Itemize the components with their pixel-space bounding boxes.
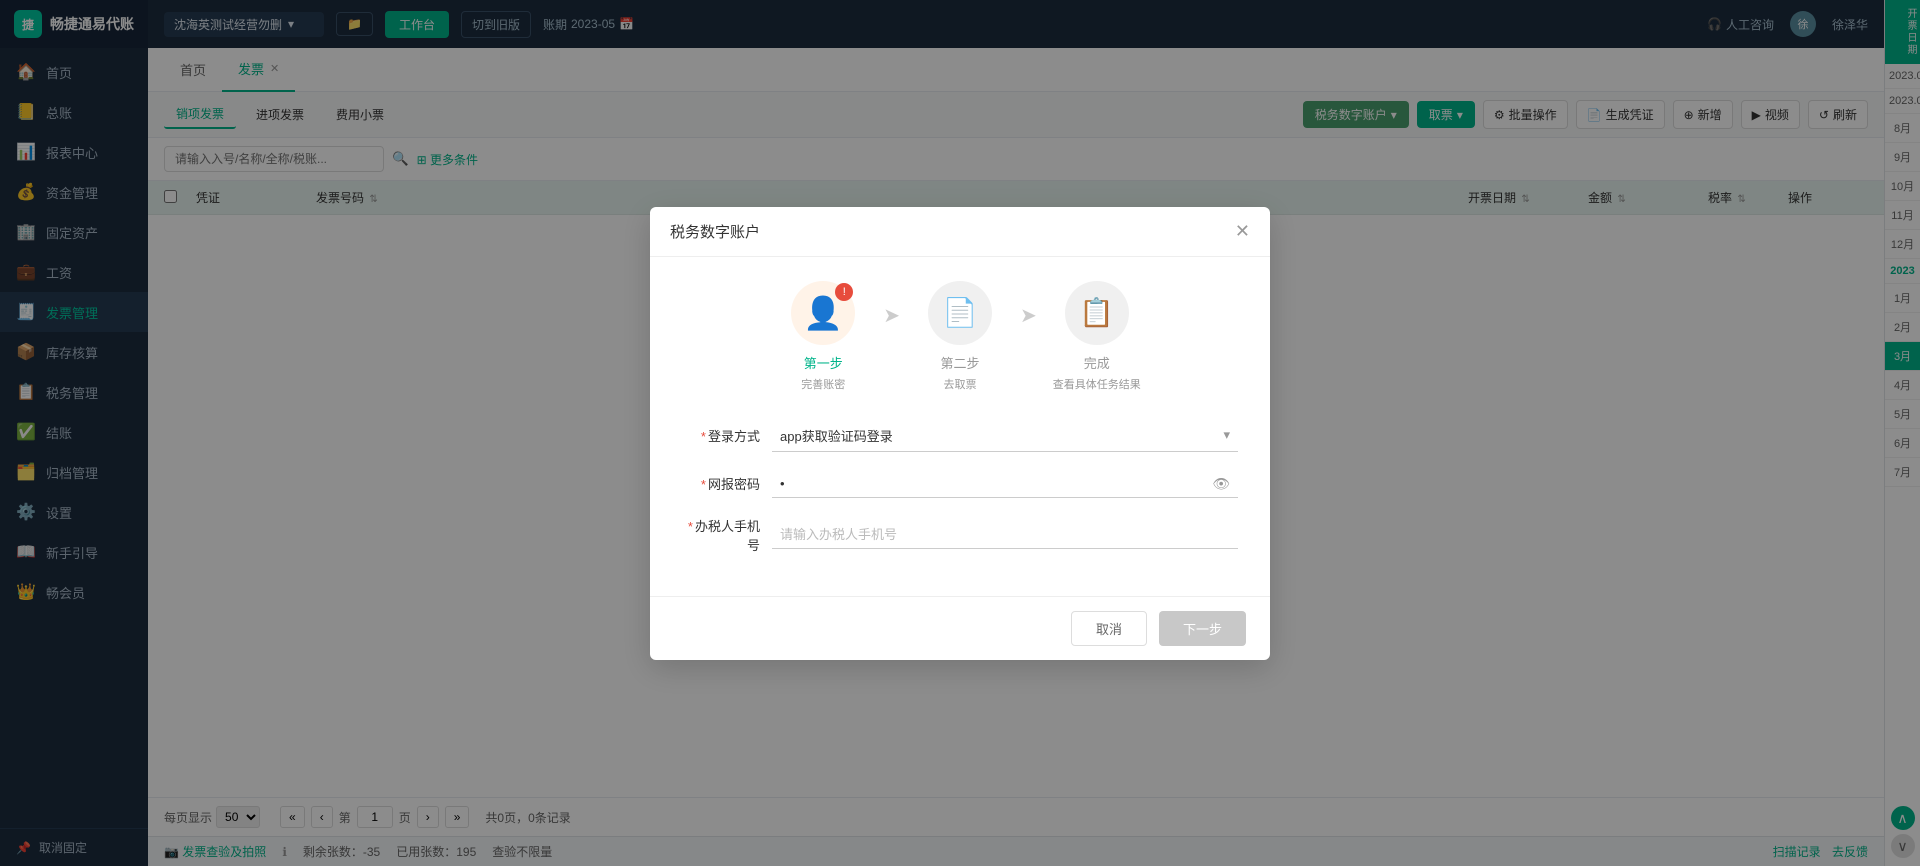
step-2: 📄 第二步 去取票 [900, 281, 1020, 392]
eye-icon[interactable]: 👁 [1212, 475, 1230, 492]
step2-icon-wrap: 📄 [928, 281, 992, 345]
step-arrow-1: ➤ [883, 303, 900, 328]
step3-label: 完成 [1084, 353, 1110, 372]
password-input[interactable] [772, 470, 1238, 498]
step2-icon: 📄 [943, 296, 978, 329]
step2-desc: 去取票 [944, 376, 977, 392]
dialog-close-button[interactable]: ✕ [1235, 222, 1250, 240]
password-row: 网报密码 👁 [682, 470, 1238, 498]
step3-icon: 📋 [1079, 296, 1114, 329]
password-label: 网报密码 [682, 474, 772, 493]
cancel-button[interactable]: 取消 [1071, 611, 1147, 646]
step3-desc: 查看具体任务结果 [1053, 376, 1141, 392]
dialog-form: 登录方式 app获取验证码登录 ▾ 网报密码 👁 办税人手机号 [682, 420, 1238, 554]
dialog-overlay[interactable]: 税务数字账户 ✕ 👤 ! 第一步 完善账密 ➤ [0, 0, 1920, 866]
step1-icon-wrap: 👤 ! [791, 281, 855, 345]
login-method-row: 登录方式 app获取验证码登录 ▾ [682, 420, 1238, 452]
phone-row: 办税人手机号 [682, 516, 1238, 554]
dialog-header: 税务数字账户 ✕ [650, 207, 1270, 257]
steps: 👤 ! 第一步 完善账密 ➤ 📄 第二步 去取票 [682, 281, 1238, 392]
step2-label: 第二步 [940, 353, 979, 372]
step1-badge-text: ! [843, 286, 846, 298]
step1-icon: 👤 [803, 294, 843, 332]
dialog-body: 👤 ! 第一步 完善账密 ➤ 📄 第二步 去取票 [650, 257, 1270, 596]
tax-digital-dialog: 税务数字账户 ✕ 👤 ! 第一步 完善账密 ➤ [650, 207, 1270, 660]
step-3: 📋 完成 查看具体任务结果 [1037, 281, 1157, 392]
chevron-down-icon: ▾ [1223, 427, 1230, 443]
step-arrow-2: ➤ [1020, 303, 1037, 328]
next-button[interactable]: 下一步 [1159, 611, 1246, 646]
step3-icon-wrap: 📋 [1065, 281, 1129, 345]
phone-input[interactable] [772, 521, 1238, 549]
step1-badge: ! [835, 283, 853, 301]
dialog-footer: 取消 下一步 [650, 596, 1270, 660]
step1-label: 第一步 [804, 353, 843, 372]
step-1: 👤 ! 第一步 完善账密 [763, 281, 883, 392]
phone-label: 办税人手机号 [682, 516, 772, 554]
password-field-wrap: 👁 [772, 470, 1238, 498]
login-method-select[interactable]: app获取验证码登录 ▾ [772, 420, 1238, 452]
login-method-label: 登录方式 [682, 426, 772, 445]
step1-desc: 完善账密 [801, 376, 845, 392]
login-method-value: app获取验证码登录 [780, 426, 893, 445]
dialog-title: 税务数字账户 [670, 221, 760, 242]
